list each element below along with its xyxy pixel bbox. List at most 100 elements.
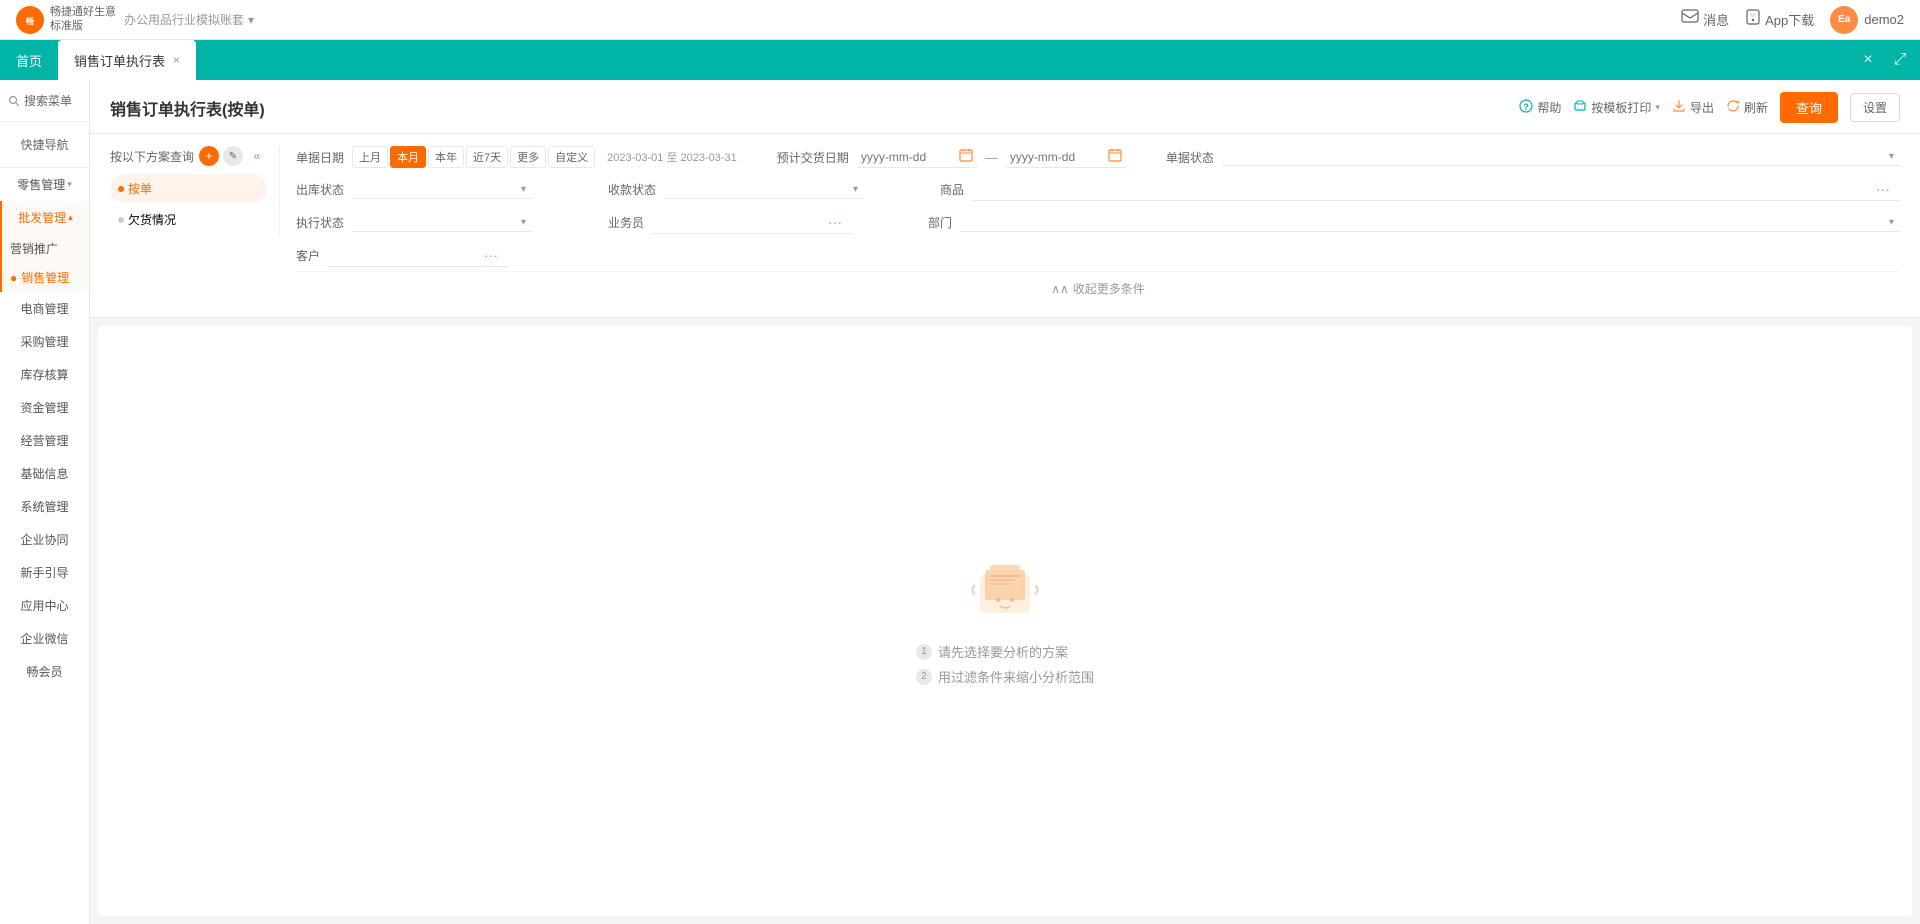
date-btn-7days[interactable]: 近7天 (466, 146, 508, 168)
sidebar-item-wholesale[interactable]: 批发管理 ▴ (0, 201, 89, 234)
sidebar-item-sales[interactable]: ● 销售管理 (2, 263, 89, 292)
svg-text:?: ? (1524, 102, 1530, 112)
date-btn-this-month[interactable]: 本月 (390, 146, 426, 168)
bill-status-arrow-icon: ▾ (1889, 151, 1894, 162)
tab-bar-actions: × ⤢ (1856, 48, 1912, 72)
goods-input-area: ··· (972, 178, 1900, 201)
filter-row-4: 客户 ··· (296, 244, 1900, 267)
main-layout: 搜索菜单 快捷导航 零售管理 ▾ 批发管理 ▴ 营销推广 ● 销售管理 (0, 80, 1920, 924)
scheme-selector: 按以下方案查询 + ✎ « (110, 146, 280, 236)
sidebar-item-basic[interactable]: 基础信息 (0, 457, 89, 490)
out-status-field: 出库状态 ▾ (296, 181, 532, 199)
scheme-item-by-order[interactable]: 按单 (110, 174, 267, 203)
date-range-display: 2023-03-01 至 2023-03-31 (607, 149, 737, 165)
goods-dots-icon[interactable]: ··· (1872, 181, 1894, 197)
sidebar-item-system[interactable]: 系统管理 (0, 490, 89, 523)
sidebar-item-operation[interactable]: 经营管理 (0, 424, 89, 457)
expected-date-start-input[interactable] (857, 147, 955, 167)
tab-close-icon[interactable]: × (173, 53, 180, 67)
tab-sales-order[interactable]: 销售订单执行表 × (58, 40, 196, 80)
salesperson-field: 业务员 ··· (608, 211, 852, 234)
help-button[interactable]: ? 帮助 (1519, 99, 1561, 116)
sidebar-item-enterprise[interactable]: 企业协同 (0, 523, 89, 556)
exec-status-select[interactable]: ▾ (352, 214, 532, 232)
out-status-select[interactable]: ▾ (352, 181, 532, 199)
refresh-button[interactable]: 刷新 (1726, 99, 1768, 116)
tab-close-window-button[interactable]: × (1856, 48, 1880, 72)
customer-label: 客户 (296, 247, 320, 264)
sidebar-item-wechat[interactable]: 企业微信 (0, 622, 89, 655)
scheme-collapse-button[interactable]: « (247, 146, 267, 166)
empty-tip-2: 2 用过滤条件来缩小分析范围 (916, 667, 1094, 686)
scheme-by-order-label: 按单 (128, 180, 152, 197)
date-btn-this-year[interactable]: 本年 (428, 146, 464, 168)
filter-section: 按以下方案查询 + ✎ « (110, 146, 1900, 305)
logo-icon: 畅 (16, 6, 44, 34)
ecommerce-label: 电商管理 (20, 300, 68, 317)
dept-field: 部门 ▾ (928, 214, 1900, 232)
template-print-label: 按模板打印 (1591, 99, 1651, 116)
marketing-label: 营销推广 (10, 240, 58, 257)
scheme-add-button[interactable]: + (199, 146, 219, 166)
date-btn-custom[interactable]: 自定义 (548, 146, 595, 168)
sales-dot: ● (10, 271, 17, 285)
filter-row-1: 单据日期 上月 本月 本年 近7天 更多 自定义 2023-03-01 至 20… (296, 146, 1900, 168)
scheme-edit-button[interactable]: ✎ (223, 146, 243, 166)
sidebar-item-appstore[interactable]: 应用中心 (0, 589, 89, 622)
expected-date-label: 预计交货日期 (777, 149, 849, 166)
filter-row-3: 执行状态 ▾ 业务员 ··· (296, 211, 1900, 234)
expected-date-end-input[interactable] (1006, 147, 1104, 167)
sidebar-item-member[interactable]: 畅会员 (0, 655, 89, 688)
calendar-start-icon[interactable] (955, 148, 977, 165)
tab-expand-button[interactable]: ⤢ (1888, 48, 1912, 72)
purchase-label: 采购管理 (20, 333, 68, 350)
export-icon (1672, 99, 1686, 116)
app-download-button[interactable]: App下载 (1745, 9, 1814, 30)
dept-select[interactable]: ▾ (960, 214, 1900, 232)
page-title-row: 销售订单执行表(按单) ? 帮助 (110, 92, 1900, 123)
sidebar-item-newbie[interactable]: 新手引导 (0, 556, 89, 589)
inventory-label: 库存核算 (20, 366, 68, 383)
collapse-label: 收起更多条件 (1073, 280, 1145, 297)
retail-expand-icon: ▾ (67, 179, 72, 190)
scheme-item-by-debt[interactable]: 欠货情况 (110, 205, 267, 234)
sidebar-item-retail[interactable]: 零售管理 ▾ (0, 168, 89, 201)
breadcrumb-text: 办公用品行业模拟账套 (124, 11, 244, 28)
receipt-status-select[interactable]: ▾ (664, 181, 864, 199)
wholesale-expand-icon: ▴ (68, 212, 73, 223)
logo-area: 畅 畅捷通好生意 标准版 (16, 6, 116, 34)
sidebar-item-quicknav[interactable]: 快捷导航 (0, 128, 89, 161)
filter-main: 单据日期 上月 本月 本年 近7天 更多 自定义 2023-03-01 至 20… (280, 146, 1900, 305)
calendar-end-icon[interactable] (1104, 148, 1126, 165)
tip-num-2: 2 (916, 669, 932, 685)
goods-label: 商品 (940, 181, 964, 198)
salesperson-dots-icon[interactable]: ··· (824, 214, 846, 230)
export-button[interactable]: 导出 (1672, 99, 1714, 116)
template-print-arrow-icon: ▾ (1655, 102, 1660, 113)
sidebar-item-marketing[interactable]: 营销推广 (2, 234, 89, 263)
content-area: 销售订单执行表(按单) ? 帮助 (90, 80, 1920, 924)
sidebar-item-purchase[interactable]: 采购管理 (0, 325, 89, 358)
query-button[interactable]: 查询 (1780, 92, 1838, 123)
date-btn-last-month[interactable]: 上月 (352, 146, 388, 168)
wholesale-sub-menu: 营销推广 ● 销售管理 (0, 234, 89, 292)
bill-status-select[interactable]: ▾ (1222, 148, 1900, 166)
date-btn-more[interactable]: 更多 (510, 146, 546, 168)
user-profile[interactable]: Ea demo2 (1830, 6, 1904, 34)
tab-home[interactable]: 首页 (0, 40, 58, 80)
breadcrumb[interactable]: 办公用品行业模拟账套 ▾ (124, 11, 254, 28)
collapse-more-button[interactable]: ∧∧ 收起更多条件 (296, 271, 1900, 305)
sidebar-item-inventory[interactable]: 库存核算 (0, 358, 89, 391)
sidebar-item-ecommerce[interactable]: 电商管理 (0, 292, 89, 325)
template-print-button[interactable]: 按模板打印 ▾ (1573, 99, 1660, 116)
breadcrumb-arrow-icon: ▾ (248, 13, 254, 27)
message-button[interactable]: 消息 (1681, 8, 1729, 31)
sidebar-item-finance[interactable]: 资金管理 (0, 391, 89, 424)
settings-button[interactable]: 设置 (1850, 93, 1900, 122)
customer-dots-icon[interactable]: ··· (480, 247, 502, 263)
tab-sales-order-label: 销售订单执行表 (74, 51, 165, 70)
appstore-label: 应用中心 (20, 597, 68, 614)
message-label: 消息 (1703, 10, 1729, 29)
retail-label: 零售管理 (17, 176, 65, 193)
search-menu-button[interactable]: 搜索菜单 (8, 88, 81, 113)
